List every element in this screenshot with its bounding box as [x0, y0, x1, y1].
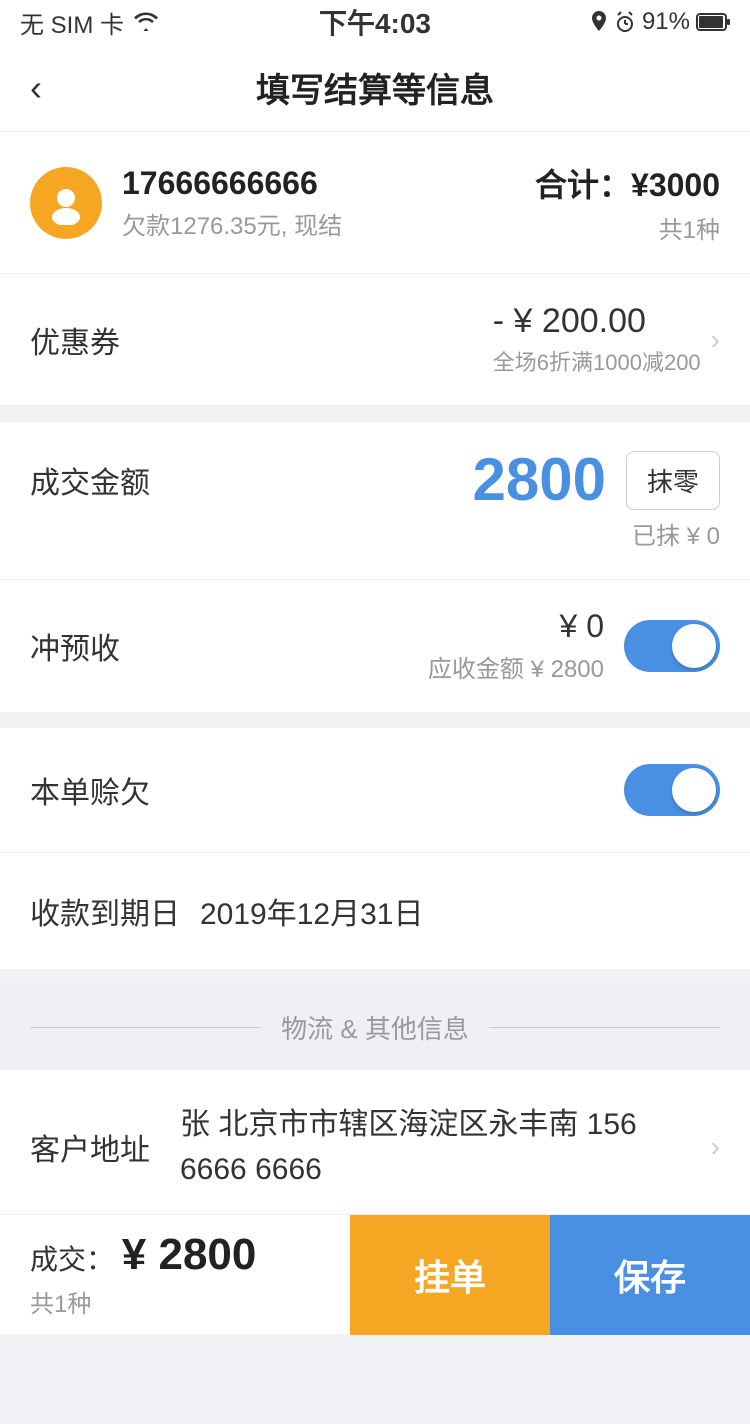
divider-line-right: [489, 1027, 720, 1028]
user-avatar-icon: [44, 181, 88, 225]
debt-label: 本单赊欠: [30, 768, 150, 812]
amount-label: 成交金额: [30, 458, 150, 502]
total-label: 合计：: [535, 167, 631, 203]
bottom-deal-amount: ¥ 2800: [122, 1230, 257, 1279]
customer-info: 17666666666 欠款1276.35元, 现结: [122, 165, 535, 241]
logistics-divider: 物流 & 其他信息: [0, 985, 750, 1070]
coupon-label: 优惠券: [30, 318, 120, 362]
status-right: 91%: [590, 8, 730, 36]
customer-debt: 欠款1276.35元, 现结: [122, 206, 535, 241]
bottom-bar: 成交： ¥ 2800 共1种 挂单 保存: [0, 1214, 750, 1334]
duedate-value: 2019年12月31日: [200, 889, 423, 933]
precollect-right: ¥ 0 应收金额 ¥ 2800: [428, 608, 720, 684]
wifi-icon: [132, 12, 160, 32]
back-button[interactable]: ‹: [20, 57, 52, 119]
location-icon: [590, 11, 608, 33]
status-time: 下午4:03: [319, 2, 431, 42]
amount-sub: 已抹 ¥ 0: [30, 516, 720, 551]
address-row[interactable]: 客户地址 张 北京市市辖区海淀区永丰南 156 6666 6666 ›: [0, 1070, 750, 1224]
duedate-label: 收款到期日: [30, 889, 180, 933]
coupon-desc: 全场6折满1000减200: [493, 345, 701, 377]
coupon-right: - ¥ 200.00 全场6折满1000减200 ›: [493, 302, 720, 377]
coupon-row[interactable]: 优惠券 - ¥ 200.00 全场6折满1000减200 ›: [0, 273, 750, 405]
divider-line-left: [30, 1027, 261, 1028]
address-label: 客户地址: [30, 1125, 150, 1169]
nav-bar: ‹ 填写结算等信息: [0, 44, 750, 132]
bottom-deal-label: 成交：: [30, 1244, 114, 1275]
precollect-amount: ¥ 0: [428, 608, 604, 645]
precollect-toggle[interactable]: [624, 620, 720, 672]
address-value: 张 北京市市辖区海淀区永丰南 156 6666 6666: [180, 1102, 711, 1192]
gray-divider-1: [0, 406, 750, 422]
precollect-sub: 应收金额 ¥ 2800: [428, 649, 604, 684]
gray-divider-2: [0, 712, 750, 728]
amount-section: 成交金额 2800 抹零 已抹 ¥ 0: [0, 422, 750, 579]
precollect-row: 冲预收 ¥ 0 应收金额 ¥ 2800: [0, 579, 750, 712]
total-value: ¥3000: [631, 167, 720, 203]
precollect-value-group: ¥ 0 应收金额 ¥ 2800: [428, 608, 604, 684]
address-chevron-icon: ›: [711, 1131, 720, 1163]
battery-icon: [696, 13, 730, 31]
status-bar: 无 SIM 卡 下午4:03 91%: [0, 0, 750, 44]
total-amount: 合计：¥3000: [535, 160, 720, 206]
amount-row: 成交金额 2800 抹零: [30, 450, 720, 510]
coupon-discount: - ¥ 200.00: [493, 302, 701, 341]
toggle-knob: [672, 624, 716, 668]
battery-label: 91%: [642, 8, 690, 36]
debt-row: 本单赊欠: [0, 728, 750, 852]
bottom-deal-row: 成交： ¥ 2800: [30, 1230, 320, 1280]
precollect-label: 冲预收: [30, 624, 120, 668]
bottom-deal-count: 共1种: [30, 1284, 320, 1319]
save-button[interactable]: 保存: [550, 1215, 750, 1335]
bottom-summary: 成交： ¥ 2800 共1种: [0, 1230, 350, 1319]
customer-row: 17666666666 欠款1276.35元, 现结 合计：¥3000 共1种: [0, 132, 750, 273]
amount-number: 2800: [473, 450, 606, 510]
customer-phone: 17666666666: [122, 165, 535, 202]
page-title: 填写结算等信息: [256, 63, 494, 112]
coupon-detail: - ¥ 200.00 全场6折满1000减200: [493, 302, 701, 377]
coupon-chevron-icon: ›: [711, 324, 720, 356]
alarm-icon: [614, 11, 636, 33]
hold-order-button[interactable]: 挂单: [350, 1215, 550, 1335]
logistics-label: 物流 & 其他信息: [261, 1009, 489, 1046]
gray-divider-3: [0, 969, 750, 985]
debt-toggle-knob: [672, 768, 716, 812]
amount-value-group: 2800 抹零: [473, 450, 721, 510]
avatar: [30, 167, 102, 239]
duedate-row: 收款到期日 2019年12月31日: [0, 852, 750, 969]
status-left: 无 SIM 卡: [20, 5, 160, 40]
round-zero-button[interactable]: 抹零: [626, 451, 720, 510]
debt-toggle[interactable]: [624, 764, 720, 816]
total-count: 共1种: [535, 210, 720, 245]
customer-total: 合计：¥3000 共1种: [535, 160, 720, 245]
sim-label: 无 SIM 卡: [20, 5, 124, 40]
